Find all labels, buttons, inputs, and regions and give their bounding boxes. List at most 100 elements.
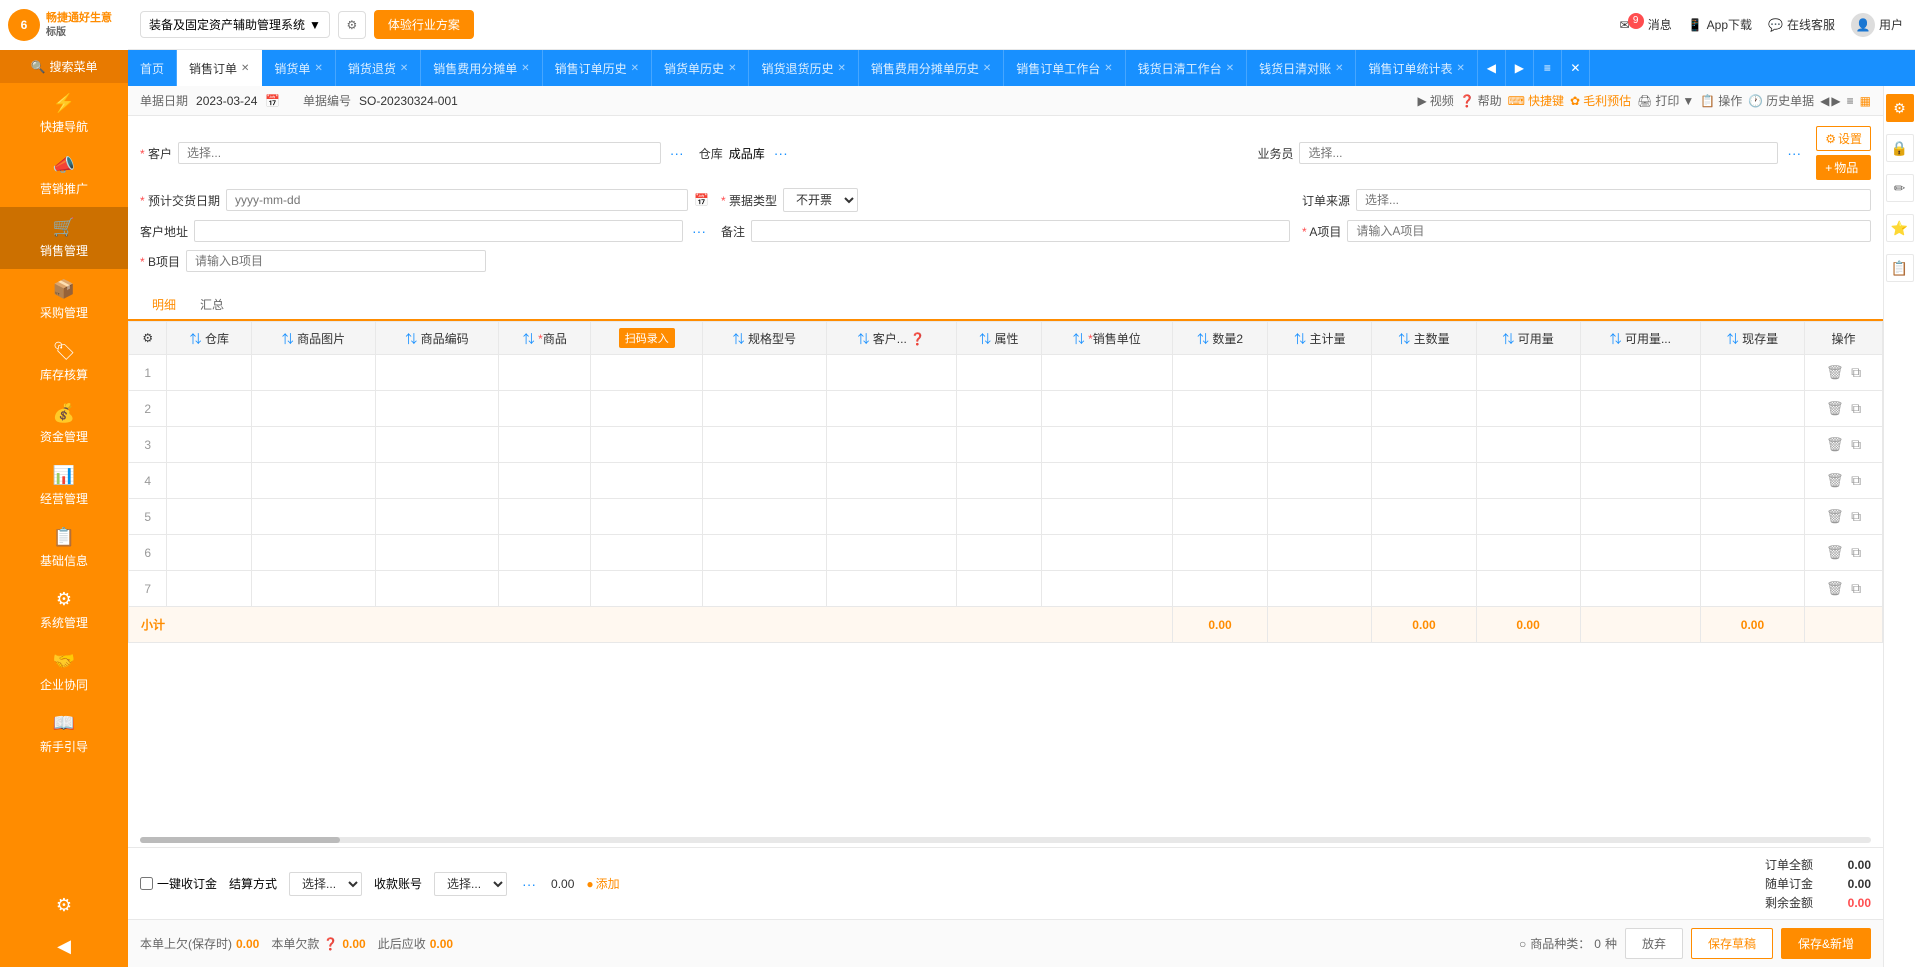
copy-row-btn-1[interactable]: ⧉ — [1851, 364, 1861, 380]
industry-btn[interactable]: 体验行业方案 — [374, 10, 474, 39]
sidebar-item-marketing[interactable]: 📣 营销推广 — [0, 145, 128, 207]
right-panel-btn-2[interactable]: 🔒 — [1886, 134, 1914, 162]
user-btn[interactable]: 👤 用户 — [1851, 13, 1903, 37]
tab-sales-return-close[interactable]: ✕ — [400, 63, 408, 74]
tab-sales-invoice-close[interactable]: ✕ — [314, 63, 322, 74]
delete-row-btn-5[interactable]: 🗑 — [1826, 508, 1844, 524]
tab-sales-order-history-close[interactable]: ✕ — [631, 63, 639, 74]
receipt-ellipsis-btn[interactable]: ··· — [519, 876, 539, 892]
th-warehouse[interactable]: ⇅ 仓库 — [167, 322, 252, 355]
th-stock[interactable]: ⇅ 现存量 — [1700, 322, 1804, 355]
delete-row-btn-1[interactable]: 🗑 — [1826, 364, 1844, 380]
tab-sales-order[interactable]: 销售订单 ✕ — [177, 50, 262, 86]
tab-prev-btn[interactable]: ◀ — [1478, 50, 1506, 86]
cell-qty2-1[interactable] — [1172, 355, 1268, 391]
th-main-qty[interactable]: ⇅ 主数量 — [1372, 322, 1476, 355]
invoice-type-select[interactable]: 不开票 — [783, 188, 858, 212]
cell-warehouse-1[interactable] — [167, 355, 252, 391]
copy-row-btn-5[interactable]: ⧉ — [1851, 508, 1861, 524]
delete-row-btn-2[interactable]: 🗑 — [1826, 400, 1844, 416]
b-project-input[interactable] — [186, 250, 486, 272]
settings-bottom-btn[interactable]: ⚙ — [0, 885, 128, 926]
settings-right-btn[interactable]: ⚙ 设置 — [1816, 126, 1871, 151]
shortcut-btn[interactable]: ⌨ 快捷键 — [1508, 92, 1564, 109]
cell-spec-1[interactable] — [703, 355, 827, 391]
cell-available-1[interactable] — [1476, 355, 1580, 391]
sidebar-item-base-info[interactable]: 📋 基础信息 — [0, 517, 128, 579]
cell-product-1[interactable] — [499, 355, 591, 391]
tab-return-history[interactable]: 销货退货历史 ✕ — [749, 50, 858, 86]
view-btn[interactable]: ▶ 视频 — [1417, 92, 1453, 109]
collapse-btn[interactable]: ◀ — [0, 926, 128, 967]
delete-row-btn-6[interactable]: 🗑 — [1826, 544, 1844, 560]
th-available2[interactable]: ⇅ 可用量... — [1580, 322, 1700, 355]
address-ellipsis-btn[interactable]: ··· — [689, 223, 709, 239]
save-new-btn[interactable]: 保存&新增 — [1781, 928, 1871, 959]
tab-invoice-history-close[interactable]: ✕ — [728, 63, 736, 74]
salesperson-ellipsis-btn[interactable]: ··· — [1784, 145, 1804, 161]
help-btn[interactable]: ❓ 帮助 — [1460, 92, 1502, 109]
th-main-unit[interactable]: ⇅ 主计量 — [1268, 322, 1372, 355]
tab-close-all-btn[interactable]: ✕ — [1562, 50, 1590, 86]
order-source-input[interactable] — [1356, 189, 1871, 211]
tab-sales-stats[interactable]: 销售订单统计表 ✕ — [1356, 50, 1477, 86]
profit-btn[interactable]: ✿ 毛利预估 — [1570, 92, 1631, 109]
th-customer-ref[interactable]: ⇅ 客户... ❓ — [826, 322, 956, 355]
tab-fee-history-close[interactable]: ✕ — [983, 63, 991, 74]
delete-row-btn-3[interactable]: 🗑 — [1826, 436, 1844, 452]
sidebar-item-quick-nav[interactable]: ⚡ 快捷导航 — [0, 83, 128, 145]
quick-checkout-checkbox[interactable] — [140, 877, 153, 890]
sidebar-item-cooperation[interactable]: 🤝 企业协同 — [0, 641, 128, 703]
tab-cash-daily-close[interactable]: ✕ — [1226, 63, 1234, 74]
copy-row-btn-4[interactable]: ⧉ — [1851, 472, 1861, 488]
th-spec[interactable]: ⇅ 规格型号 — [703, 322, 827, 355]
calendar-icon[interactable]: 📅 — [265, 94, 280, 108]
cell-main-unit-1[interactable] — [1268, 355, 1372, 391]
sidebar-item-sales[interactable]: 🛒 销售管理 — [0, 207, 128, 269]
prev-record-btn[interactable]: ◀ — [1820, 94, 1829, 108]
sidebar-item-guide[interactable]: 📖 新手引导 — [0, 703, 128, 765]
tab-cash-daily[interactable]: 钱货日清工作台 ✕ — [1126, 50, 1247, 86]
delivery-date-input[interactable] — [226, 189, 688, 211]
tab-return-history-close[interactable]: ✕ — [837, 63, 845, 74]
copy-row-btn-7[interactable]: ⧉ — [1851, 580, 1861, 596]
cell-attr-1[interactable] — [957, 355, 1042, 391]
tab-sales-return[interactable]: 销货退货 ✕ — [336, 50, 421, 86]
cell-sales-unit-1[interactable] — [1041, 355, 1172, 391]
tab-sales-order-history[interactable]: 销售订单历史 ✕ — [543, 50, 652, 86]
customer-input[interactable] — [178, 142, 661, 164]
th-settings[interactable]: ⚙ — [129, 322, 167, 355]
system-selector[interactable]: 装备及固定资产辅助管理系统 ▼ — [140, 11, 330, 38]
sidebar-item-inventory[interactable]: 🏷 库存核算 — [0, 331, 128, 393]
sidebar-item-system[interactable]: ⚙ 系统管理 — [0, 579, 128, 641]
receipt-account-select[interactable]: 选择... — [434, 872, 507, 896]
goods-right-btn[interactable]: + 物品 — [1816, 155, 1871, 180]
settings-btn[interactable]: ⚙ — [338, 11, 366, 39]
cell-code-1[interactable] — [375, 355, 499, 391]
customer-ellipsis-btn[interactable]: ··· — [667, 145, 687, 161]
tab-cash-reconcile[interactable]: 钱货日清对账 ✕ — [1247, 50, 1356, 86]
tab-sales-workbench[interactable]: 销售订单工作台 ✕ — [1004, 50, 1125, 86]
scan-input-btn[interactable]: 扫码录入 — [619, 328, 675, 348]
tab-home[interactable]: 首页 — [128, 50, 177, 86]
add-receipt-btn[interactable]: ● 添加 — [586, 875, 619, 892]
cell-customer-ref-1[interactable] — [826, 355, 956, 391]
tab-sales-order-close[interactable]: ✕ — [241, 63, 249, 74]
tab-detail[interactable]: 明细 — [140, 290, 188, 321]
th-scan[interactable]: 扫码录入 — [591, 322, 703, 355]
operations-btn[interactable]: 📋 操作 — [1700, 92, 1742, 109]
tab-sales-fee[interactable]: 销售费用分摊单 ✕ — [421, 50, 542, 86]
copy-row-btn-6[interactable]: ⧉ — [1851, 544, 1861, 560]
delete-row-btn-7[interactable]: 🗑 — [1826, 580, 1844, 596]
print-btn[interactable]: 🖨 打印 ▼ — [1637, 92, 1694, 109]
app-download-btn[interactable]: 📱 App下载 — [1688, 16, 1752, 33]
delete-row-btn-4[interactable]: 🗑 — [1826, 472, 1844, 488]
messages-btn[interactable]: ✉ 9 消息 — [1620, 16, 1672, 33]
cell-stock-1[interactable] — [1700, 355, 1804, 391]
th-product[interactable]: ⇅ *商品 — [499, 322, 591, 355]
salesperson-input[interactable] — [1299, 142, 1778, 164]
tab-summary[interactable]: 汇总 — [188, 290, 236, 319]
th-product-image[interactable]: ⇅ 商品图片 — [252, 322, 376, 355]
sidebar-item-finance[interactable]: 💰 资金管理 — [0, 393, 128, 455]
right-panel-btn-1[interactable]: ⚙ — [1886, 94, 1914, 122]
